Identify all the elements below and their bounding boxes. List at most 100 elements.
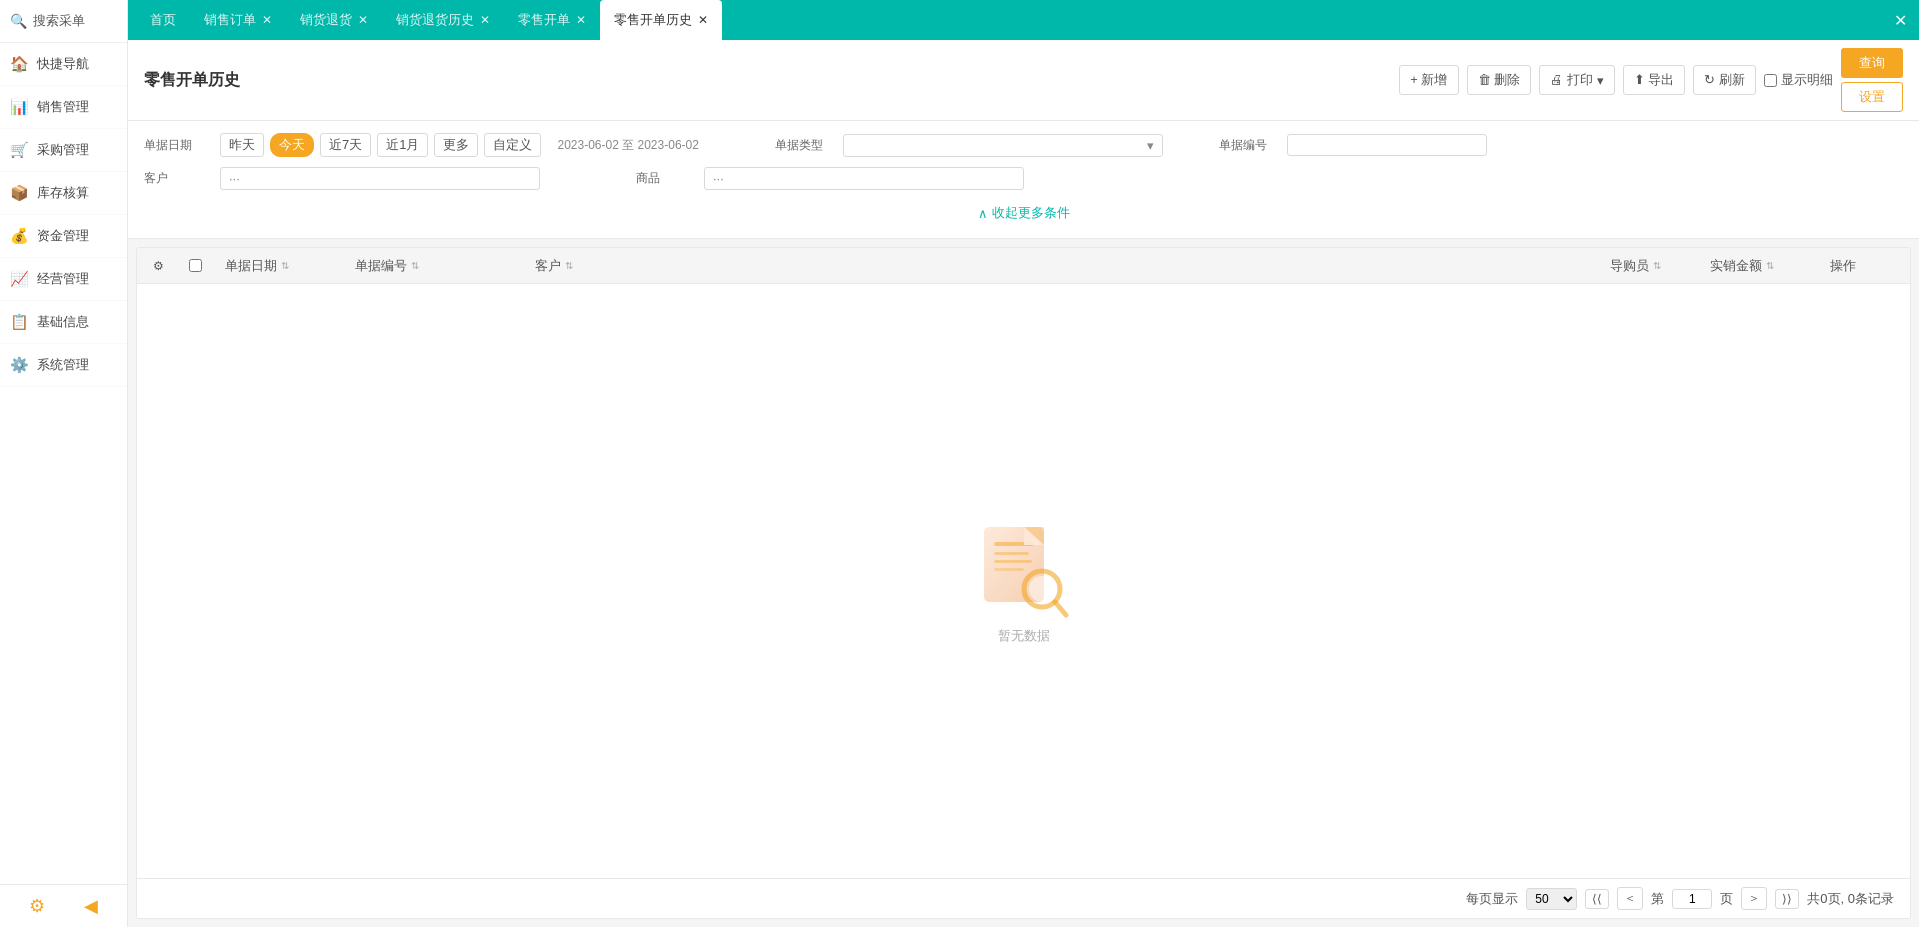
trend-icon: 📈 — [10, 270, 29, 288]
sidebar-item-label: 采购管理 — [37, 141, 89, 159]
query-button[interactable]: 查询 — [1841, 48, 1903, 78]
tab-retail-open-close[interactable]: ✕ — [576, 13, 586, 27]
tab-sales-order[interactable]: 销售订单 ✕ — [190, 0, 286, 40]
close-all-tabs[interactable]: ✕ — [1894, 11, 1907, 30]
search-icon: 🔍 — [10, 13, 27, 29]
sidebar-item-quick-nav[interactable]: 🏠 快捷导航 — [0, 43, 127, 86]
ordernum-sort-icon: ⇅ — [411, 260, 419, 271]
tab-sales-return[interactable]: 销货退货 ✕ — [286, 0, 382, 40]
display-detail-checkbox[interactable]: 显示明细 — [1764, 71, 1833, 89]
goods-filter-label: 商品 — [636, 170, 696, 187]
top-nav: 首页 销售订单 ✕ 销货退货 ✕ 销货退货历史 ✕ 零售开单 ✕ 零售开单历史 … — [128, 0, 1919, 40]
total-info: 共0页, 0条记录 — [1807, 890, 1894, 908]
export-button[interactable]: ⬆ 导出 — [1623, 65, 1686, 95]
date-btn-1month[interactable]: 近1月 — [377, 133, 428, 157]
th-date[interactable]: 单据日期 ⇅ — [217, 257, 347, 275]
tab-sales-return-history[interactable]: 销货退货历史 ✕ — [382, 0, 504, 40]
tab-sales-return-close[interactable]: ✕ — [358, 13, 368, 27]
filter-row-1: 单据日期 昨天 今天 近7天 近1月 更多 — [144, 133, 1903, 157]
display-detail-label: 显示明细 — [1781, 71, 1833, 89]
add-button[interactable]: + 新增 — [1399, 65, 1458, 95]
sidebar-item-basic-info[interactable]: 📋 基础信息 — [0, 301, 127, 344]
page-content: 零售开单历史 + 新增 🗑 删除 🖨 打印 ▾ ⬆ 导出 ↻ 刷新 — [128, 40, 1919, 927]
last-page-btn[interactable]: ⟩⟩ — [1775, 889, 1799, 909]
list-icon: 📋 — [10, 313, 29, 331]
sidebar-item-label: 销售管理 — [37, 98, 89, 116]
table-settings-icon[interactable]: ⚙ — [145, 259, 181, 273]
th-customer[interactable]: 客户 ⇅ — [527, 257, 1602, 275]
pagination: 每页显示 50 20 100 ⟨⟨ ＜ 第 页 ＞ ⟩⟩ 共0页, 0条记录 — [137, 878, 1910, 918]
page-unit: 页 — [1720, 890, 1733, 908]
tab-home-label: 首页 — [150, 11, 176, 29]
tab-retail-history-close[interactable]: ✕ — [698, 13, 708, 27]
order-num-input[interactable] — [1287, 134, 1487, 156]
table-checkbox-all[interactable] — [181, 259, 217, 272]
date-btn-more[interactable]: 更多 — [434, 133, 478, 157]
sidebar-item-label: 快捷导航 — [37, 55, 89, 73]
sidebar-item-label: 系统管理 — [37, 356, 89, 374]
date-filter-label: 单据日期 — [144, 137, 204, 154]
svg-rect-2 — [994, 552, 1029, 555]
sidebar-item-finance[interactable]: 💰 资金管理 — [0, 215, 127, 258]
svg-rect-4 — [994, 568, 1024, 571]
date-btn-custom[interactable]: 自定义 — [484, 133, 541, 157]
sidebar-item-inventory[interactable]: 📦 库存核算 — [0, 172, 127, 215]
footer-settings-icon[interactable]: ⚙ — [29, 895, 45, 917]
prev-page-btn[interactable]: ＜ — [1617, 887, 1643, 910]
first-page-btn[interactable]: ⟨⟨ — [1585, 889, 1609, 909]
tab-sales-order-close[interactable]: ✕ — [262, 13, 272, 27]
home-icon: 🏠 — [10, 55, 29, 73]
print-dropdown-icon[interactable]: ▾ — [1597, 73, 1604, 88]
svg-point-8 — [1029, 576, 1055, 602]
customer-select[interactable]: ··· — [220, 167, 540, 190]
th-guide[interactable]: 导购员 ⇅ — [1602, 257, 1702, 275]
tab-home[interactable]: 首页 — [136, 0, 190, 40]
print-button[interactable]: 🖨 打印 ▾ — [1539, 65, 1615, 95]
goods-value: ··· — [713, 171, 724, 186]
customer-value: ··· — [229, 171, 240, 186]
th-amount[interactable]: 实销金额 ⇅ — [1702, 257, 1822, 275]
select-all-checkbox[interactable] — [189, 259, 202, 272]
tab-retail-history-label: 零售开单历史 — [614, 11, 692, 29]
settings-button[interactable]: 设置 — [1841, 82, 1903, 112]
order-type-label: 单据类型 — [775, 137, 835, 154]
per-page-label: 每页显示 — [1466, 890, 1518, 908]
gear-icon: ⚙️ — [10, 356, 29, 374]
goods-select[interactable]: ··· — [704, 167, 1024, 190]
date-btn-yesterday[interactable]: 昨天 — [220, 133, 264, 157]
sidebar-item-system[interactable]: ⚙️ 系统管理 — [0, 344, 127, 387]
sidebar-search[interactable]: 🔍 搜索采单 — [0, 0, 127, 43]
per-page-select[interactable]: 50 20 100 — [1526, 888, 1577, 910]
page-toolbar: 零售开单历史 + 新增 🗑 删除 🖨 打印 ▾ ⬆ 导出 ↻ 刷新 — [128, 40, 1919, 121]
filter-collapse-more[interactable]: ∧ 收起更多条件 — [144, 200, 1903, 226]
delete-button[interactable]: 🗑 删除 — [1467, 65, 1532, 95]
footer-collapse-icon[interactable]: ◀ — [84, 895, 98, 917]
sidebar-item-sales-mgmt[interactable]: 📊 销售管理 — [0, 86, 127, 129]
filter-date-buttons: 昨天 今天 近7天 近1月 更多 自定义 — [220, 133, 541, 157]
tab-sales-return-history-close[interactable]: ✕ — [480, 13, 490, 27]
main-content: 首页 销售订单 ✕ 销货退货 ✕ 销货退货历史 ✕ 零售开单 ✕ 零售开单历史 … — [128, 0, 1919, 927]
next-page-btn[interactable]: ＞ — [1741, 887, 1767, 910]
sidebar-item-purchase-mgmt[interactable]: 🛒 采购管理 — [0, 129, 127, 172]
date-btn-today[interactable]: 今天 — [270, 133, 314, 157]
sidebar-item-label: 资金管理 — [37, 227, 89, 245]
sidebar-item-label: 基础信息 — [37, 313, 89, 331]
date-btn-7days[interactable]: 近7天 — [320, 133, 371, 157]
date-sort-icon: ⇅ — [281, 260, 289, 271]
sidebar-item-label: 经营管理 — [37, 270, 89, 288]
filter-date-range: 2023-06-02 至 2023-06-02 — [557, 137, 698, 154]
query-button-label: 查询 — [1859, 55, 1885, 70]
order-type-select[interactable]: ▾ — [843, 134, 1163, 157]
page-title: 零售开单历史 — [144, 70, 240, 91]
delete-button-label: 🗑 删除 — [1478, 71, 1521, 89]
sidebar-item-operations[interactable]: 📈 经营管理 — [0, 258, 127, 301]
refresh-button[interactable]: ↻ 刷新 — [1693, 65, 1756, 95]
page-number-input[interactable] — [1672, 889, 1712, 909]
tab-retail-history[interactable]: 零售开单历史 ✕ — [600, 0, 722, 40]
svg-line-9 — [1055, 602, 1066, 615]
th-order-num[interactable]: 单据编号 ⇅ — [347, 257, 527, 275]
svg-rect-3 — [994, 560, 1032, 563]
display-detail-input[interactable] — [1764, 74, 1777, 87]
tab-retail-open[interactable]: 零售开单 ✕ — [504, 0, 600, 40]
empty-state: 暂无数据 — [137, 284, 1910, 878]
